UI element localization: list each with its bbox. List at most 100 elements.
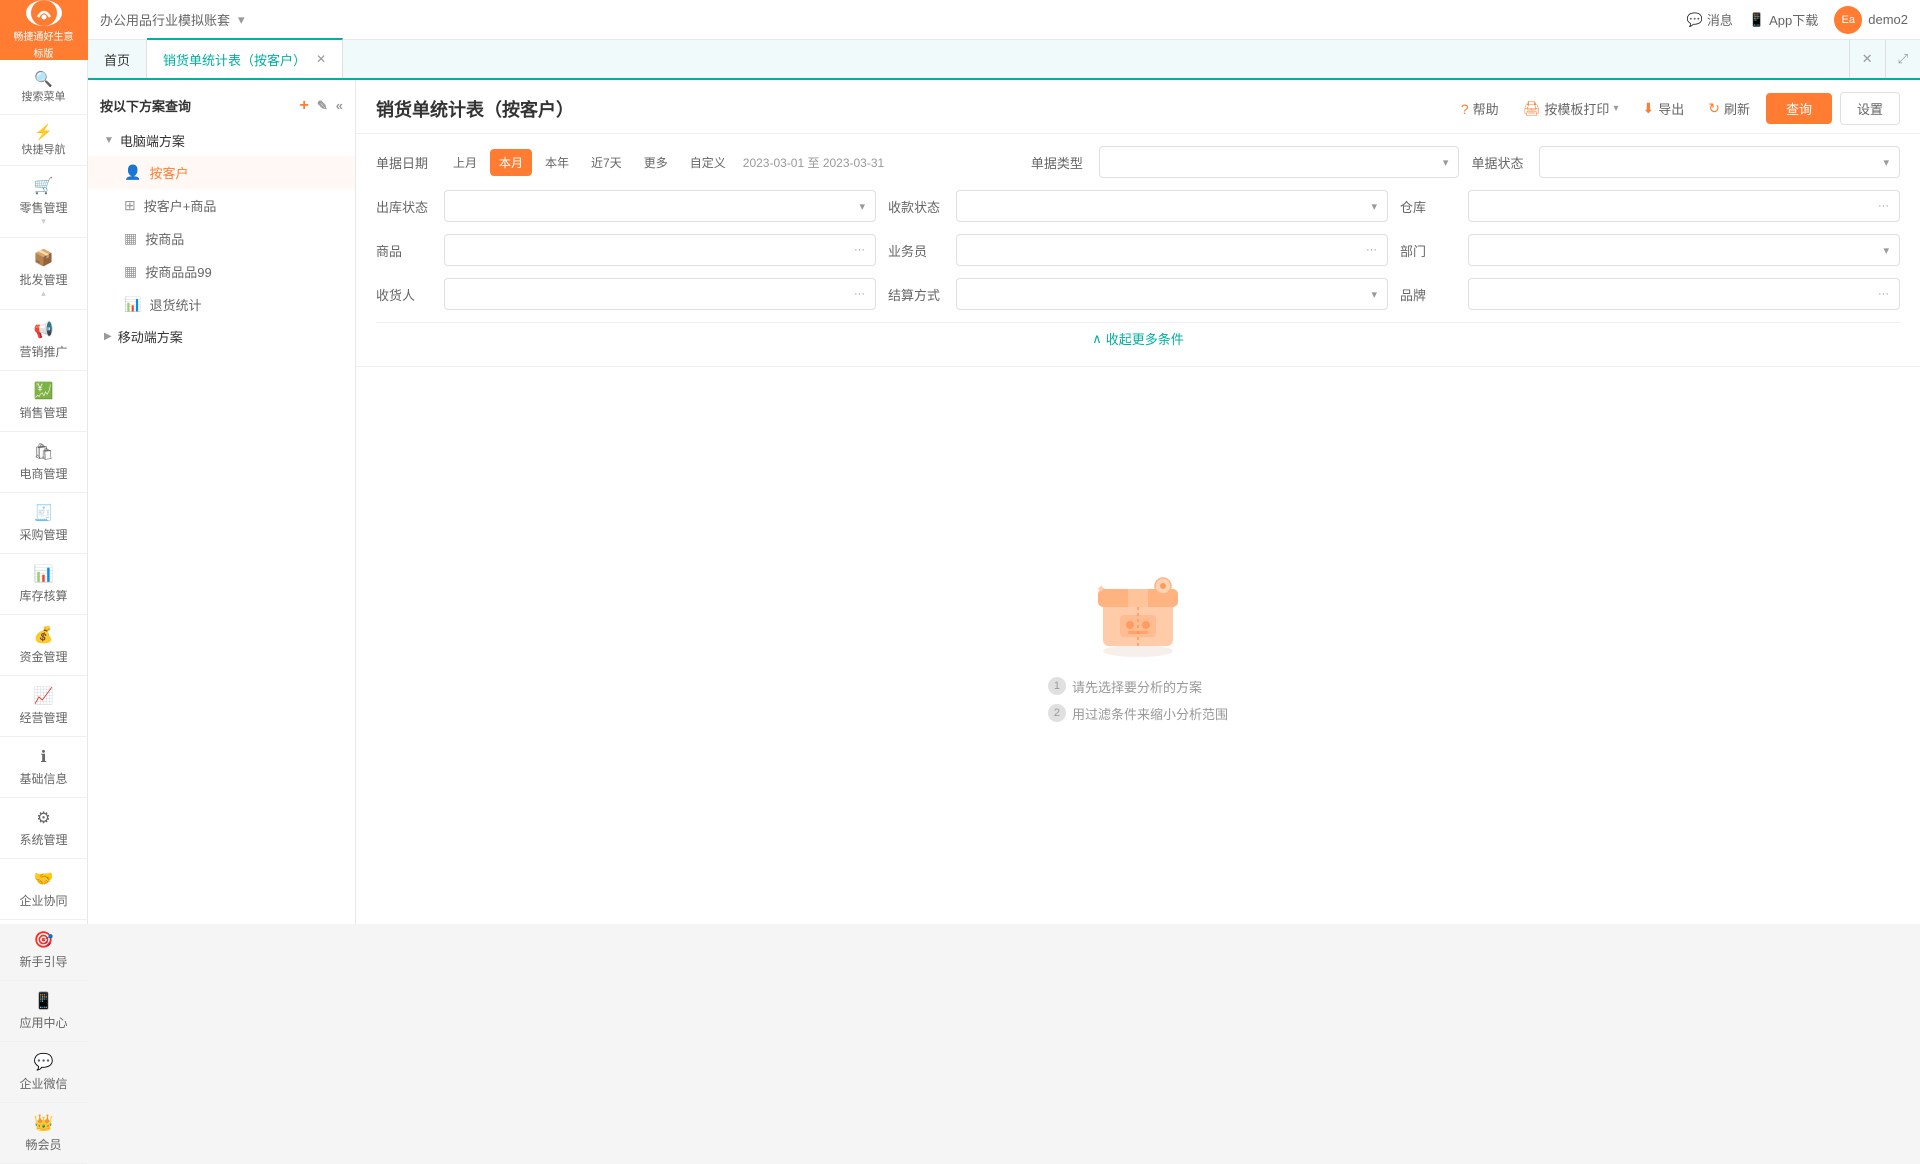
sidebar-item-business[interactable]: 📈 经营管理	[0, 676, 87, 737]
print-btn[interactable]: 🖨 按模板打印 ▾	[1515, 95, 1627, 122]
message-btn[interactable]: 💬 消息	[1687, 10, 1733, 29]
sidebar-item-system[interactable]: ⚙ 系统管理	[0, 798, 87, 859]
export-btn[interactable]: ⬇ 导出	[1634, 95, 1692, 122]
tab-close-icon[interactable]: ✕	[316, 52, 326, 66]
bill-type-select[interactable]: ▾	[1099, 146, 1460, 178]
sidebar-item-quick-nav[interactable]: ⚡ 快捷导航	[0, 115, 87, 166]
sidebar-item-enterprise[interactable]: 🤝 企业协同	[0, 859, 87, 920]
logo-text: 畅捷通好生意	[14, 28, 74, 43]
tab-sales-report[interactable]: 销货单统计表（按客户） ✕	[147, 38, 343, 78]
collect-status-select[interactable]: ▾	[956, 190, 1388, 222]
sidebar-item-retail[interactable]: 🛒 零售管理 ▾	[0, 166, 87, 238]
warehouse-dots: ···	[1878, 200, 1889, 212]
collapse-icon: ∧	[1092, 331, 1102, 347]
print-arrow[interactable]: ▾	[1613, 103, 1618, 114]
user-menu[interactable]: Ea demo2	[1834, 6, 1908, 34]
date-this-year-btn[interactable]: 本年	[536, 149, 578, 176]
collapse-bar[interactable]: ∧ 收起更多条件	[376, 322, 1900, 354]
out-status-select[interactable]: ▾	[444, 190, 876, 222]
page-header-actions: ? 帮助 🖨 按模板打印 ▾ ⬇ 导出 ↻ 刷新	[1453, 92, 1900, 125]
query-button[interactable]: 查询	[1766, 93, 1832, 124]
out-status-filter: 出库状态 ▾	[376, 190, 876, 222]
sidebar-item-member[interactable]: 👑 畅会员	[0, 1103, 87, 1164]
industry-label: 办公用品行业模拟账套	[100, 10, 230, 29]
sidebar-item-finance[interactable]: 💰 资金管理	[0, 615, 87, 676]
by-product-label: 按商品	[145, 229, 184, 248]
product-select[interactable]: ···	[444, 234, 876, 266]
sidebar-item-guide[interactable]: 🎯 新手引导	[0, 920, 87, 981]
user-label: demo2	[1868, 12, 1908, 27]
tab-close-window-btn[interactable]: ✕	[1849, 40, 1885, 78]
sidebar-item-app-center[interactable]: 📱 应用中心	[0, 981, 87, 1042]
scheme-header: 按以下方案查询 + ✎ «	[88, 90, 355, 121]
bill-status-select[interactable]: ▾	[1539, 146, 1900, 178]
filter-row-3: 商品 ··· 业务员 ··· 部门	[376, 234, 1900, 266]
recipient-select[interactable]: ···	[444, 278, 876, 310]
bill-status-filter: 单据状态 ▾	[1471, 146, 1900, 178]
date-last-month-btn[interactable]: 上月	[444, 149, 486, 176]
sidebar-item-wechat[interactable]: 💬 企业微信	[0, 1042, 87, 1103]
warehouse-select[interactable]: ···	[1468, 190, 1900, 222]
basic-icon: ℹ	[40, 747, 46, 767]
app-download-btn[interactable]: 📱 App下载	[1749, 10, 1818, 29]
enterprise-icon: 🤝	[34, 869, 54, 889]
page-header: 销货单统计表（按客户） ? 帮助 🖨 按模板打印 ▾ ⬇ 导出	[356, 80, 1920, 134]
help-btn[interactable]: ? 帮助	[1453, 95, 1507, 122]
sidebar-item-marketing[interactable]: 📢 营销推广	[0, 310, 87, 371]
tab-maximize-btn[interactable]: ⤢	[1885, 40, 1920, 78]
settle-method-select[interactable]: ▾	[956, 278, 1388, 310]
empty-state: ✦ 1 请先选择要分析的方案	[1048, 561, 1228, 731]
purchase-icon: 🧾	[34, 503, 54, 523]
sidebar-item-search[interactable]: 🔍 搜索菜单	[0, 60, 87, 115]
topbar-right: 💬 消息 📱 App下载 Ea demo2	[1687, 6, 1908, 34]
scheme-collapse-btn[interactable]: «	[336, 98, 343, 113]
sidebar-item-ecommerce[interactable]: 🛍 电商管理	[0, 432, 87, 493]
scheme-edit-btn[interactable]: ✎	[317, 98, 328, 114]
date-custom-btn[interactable]: 自定义	[681, 149, 735, 176]
app-logo[interactable]: 畅捷通好生意 标版	[0, 0, 88, 60]
scheme-item-by-customer[interactable]: 👤 按客户	[88, 156, 355, 189]
scheme-item-by-product-99[interactable]: ▦ 按商品品99	[88, 255, 355, 288]
brand-label: 品牌	[1400, 285, 1460, 304]
date-last-7-days-btn[interactable]: 近7天	[582, 149, 631, 176]
scheme-add-btn[interactable]: +	[300, 97, 309, 115]
date-this-month-btn[interactable]: 本月	[490, 149, 532, 176]
page-title: 销货单统计表（按客户）	[376, 96, 574, 122]
refresh-btn[interactable]: ↻ 刷新	[1700, 95, 1758, 122]
sidebar-item-wholesale[interactable]: 📦 批发管理 ▴	[0, 238, 87, 310]
brand-select[interactable]: ···	[1468, 278, 1900, 310]
scheme-item-by-product[interactable]: ▦ 按商品	[88, 222, 355, 255]
sidebar-item-inventory[interactable]: 📊 库存核算	[0, 554, 87, 615]
business-icon: 📈	[34, 686, 54, 706]
topbar-left: 办公用品行业模拟账套 ▾	[100, 10, 245, 29]
collect-status-chevron: ▾	[1371, 200, 1377, 213]
inventory-icon: 📊	[34, 564, 54, 584]
return-stats-label: 退货统计	[149, 295, 201, 314]
scheme-item-return-stats[interactable]: 📊 退货统计	[88, 288, 355, 321]
product-filter: 商品 ···	[376, 234, 876, 266]
hint-2-text: 用过滤条件来缩小分析范围	[1072, 704, 1228, 723]
scheme-group-mobile-header[interactable]: ▶ 移动端方案	[88, 321, 355, 352]
hint-2-num: 2	[1048, 704, 1066, 722]
filter-row-1: 单据日期 上月 本月 本年 近7天 更多 自定义 2023-03-01 至 20…	[376, 146, 1900, 178]
scheme-item-by-customer-product[interactable]: ⊞ 按客户+商品	[88, 189, 355, 222]
date-more-btn[interactable]: 更多	[635, 149, 677, 176]
recipient-dots: ···	[854, 288, 865, 300]
setting-button[interactable]: 设置	[1840, 92, 1900, 125]
sidebar-item-sales[interactable]: 💹 销售管理	[0, 371, 87, 432]
staff-select[interactable]: ···	[956, 234, 1388, 266]
message-label: 消息	[1707, 10, 1733, 29]
empty-hints: 1 请先选择要分析的方案 2 用过滤条件来缩小分析范围	[1048, 677, 1228, 731]
scheme-tree: ▼ 电脑端方案 👤 按客户 ⊞ 按客户+商品 ▦ 按商品	[88, 121, 355, 356]
desktop-group-arrow: ▼	[104, 135, 114, 146]
scheme-group-desktop-header[interactable]: ▼ 电脑端方案	[88, 125, 355, 156]
industry-dropdown-arrow[interactable]: ▾	[238, 12, 245, 28]
home-tab-label: 首页	[104, 50, 130, 69]
message-icon: 💬	[1687, 12, 1703, 28]
sidebar-item-basic[interactable]: ℹ 基础信息	[0, 737, 87, 798]
sales-report-tab-label: 销货单统计表（按客户）	[163, 50, 306, 69]
dept-select[interactable]: ▾	[1468, 234, 1900, 266]
bill-status-label: 单据状态	[1471, 153, 1531, 172]
tab-home[interactable]: 首页	[88, 40, 147, 78]
sidebar-item-purchase[interactable]: 🧾 采购管理	[0, 493, 87, 554]
